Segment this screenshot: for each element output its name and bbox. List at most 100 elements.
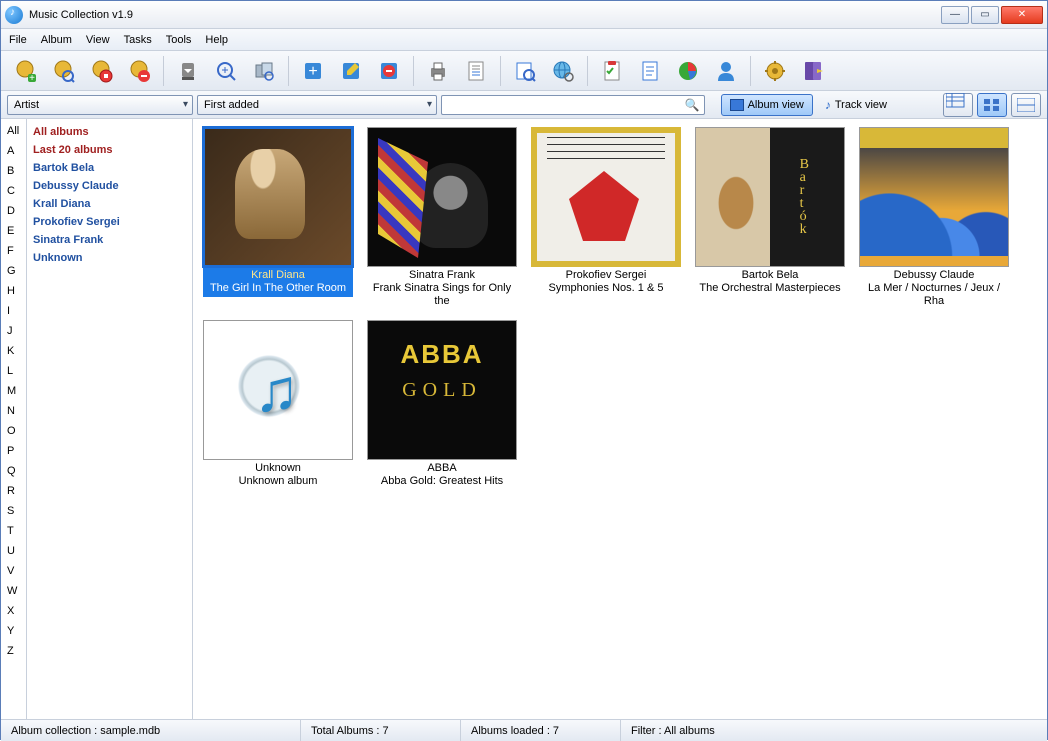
toolbar-download[interactable]	[172, 55, 204, 87]
alpha-F[interactable]: F	[1, 241, 26, 261]
album-cover	[531, 127, 681, 267]
sidelist-artist-0[interactable]: Bartok Bela	[33, 159, 186, 176]
alpha-T[interactable]: T	[1, 521, 26, 541]
sidelist-artist-2[interactable]: Krall Diana	[33, 195, 186, 212]
toolbar-album-delete[interactable]	[373, 55, 405, 87]
minimize-button[interactable]: —	[941, 6, 969, 24]
details-view-button[interactable]	[943, 93, 973, 117]
album-artist: Krall Diana	[205, 269, 351, 282]
album-title: Frank Sinatra Sings for Only the	[369, 282, 515, 308]
track-view-button[interactable]: Track view	[817, 94, 895, 116]
toolbar-dup-find[interactable]	[248, 55, 280, 87]
close-button[interactable]: ✕	[1001, 6, 1043, 24]
alpha-G[interactable]: G	[1, 261, 26, 281]
toolbar-notes[interactable]	[634, 55, 666, 87]
toolbar-exit[interactable]	[797, 55, 829, 87]
toolbar-db-add[interactable]: +	[9, 55, 41, 87]
album-title: The Girl In The Other Room	[205, 282, 351, 295]
alpha-W[interactable]: W	[1, 581, 26, 601]
alpha-E[interactable]: E	[1, 221, 26, 241]
sidelist-artist-4[interactable]: Sinatra Frank	[33, 231, 186, 248]
toolbar-separator	[288, 56, 289, 86]
thumb-icon	[983, 98, 1001, 112]
alpha-All[interactable]: All	[1, 121, 26, 141]
toolbar-db-search[interactable]	[47, 55, 79, 87]
toolbar-task[interactable]	[596, 55, 628, 87]
album-view-button[interactable]: Album view	[721, 94, 813, 116]
alpha-I[interactable]: I	[1, 301, 26, 321]
alpha-K[interactable]: K	[1, 341, 26, 361]
sidelist-artist-1[interactable]: Debussy Claude	[33, 177, 186, 194]
album-item-1[interactable]: Sinatra FrankFrank Sinatra Sings for Onl…	[367, 127, 517, 310]
alpha-A[interactable]: A	[1, 141, 26, 161]
search-input[interactable]: 🔍	[441, 95, 705, 115]
toolbar-find[interactable]	[509, 55, 541, 87]
alpha-Z[interactable]: Z	[1, 641, 26, 661]
album-cover	[367, 127, 517, 267]
alpha-Y[interactable]: Y	[1, 621, 26, 641]
album-item-0[interactable]: Krall DianaThe Girl In The Other Room	[203, 127, 353, 310]
toolbar-user[interactable]	[710, 55, 742, 87]
alpha-Q[interactable]: Q	[1, 461, 26, 481]
menu-tasks[interactable]: Tasks	[124, 34, 152, 46]
toolbar: ++	[1, 51, 1047, 91]
sidelist-artist-3[interactable]: Prokofiev Sergei	[33, 213, 186, 230]
alpha-X[interactable]: X	[1, 601, 26, 621]
maximize-button[interactable]: ▭	[971, 6, 999, 24]
sort-combo[interactable]: First added	[197, 95, 437, 115]
artist-sidelist: All albumsLast 20 albumsBartok BelaDebus…	[27, 119, 193, 719]
alpha-D[interactable]: D	[1, 201, 26, 221]
album-view-icon	[730, 99, 744, 111]
filter-field-combo[interactable]: Artist	[7, 95, 193, 115]
album-item-6[interactable]: ABBAAbba Gold: Greatest Hits	[367, 320, 517, 490]
alpha-U[interactable]: U	[1, 541, 26, 561]
menu-tools[interactable]: Tools	[166, 34, 192, 46]
toolbar-zoom[interactable]	[210, 55, 242, 87]
album-cover	[367, 320, 517, 460]
album-item-5[interactable]: UnknownUnknown album	[203, 320, 353, 490]
sidelist-special-1[interactable]: Last 20 albums	[33, 141, 186, 158]
sidelist-artist-5[interactable]: Unknown	[33, 249, 186, 266]
toolbar-db-backup[interactable]	[85, 55, 117, 87]
alpha-L[interactable]: L	[1, 361, 26, 381]
toolbar-print[interactable]	[422, 55, 454, 87]
alpha-O[interactable]: O	[1, 421, 26, 441]
alpha-C[interactable]: C	[1, 181, 26, 201]
sidelist-special-0[interactable]: All albums	[33, 123, 186, 140]
menu-album[interactable]: Album	[41, 34, 72, 46]
toolbar-album-edit[interactable]	[335, 55, 367, 87]
toolbar-options[interactable]	[759, 55, 791, 87]
menu-view[interactable]: View	[86, 34, 110, 46]
search-icon: 🔍	[685, 98, 700, 112]
alpha-M[interactable]: M	[1, 381, 26, 401]
album-label: Prokofiev SergeiSymphonies Nos. 1 & 5	[531, 267, 681, 297]
album-title: Unknown album	[205, 475, 351, 488]
toolbar-separator	[500, 56, 501, 86]
alpha-H[interactable]: H	[1, 281, 26, 301]
toolbar-web-search[interactable]	[547, 55, 579, 87]
report-icon	[464, 59, 488, 83]
menu-help[interactable]: Help	[205, 34, 228, 46]
toolbar-report[interactable]	[460, 55, 492, 87]
exit-icon	[801, 59, 825, 83]
alpha-P[interactable]: P	[1, 441, 26, 461]
alpha-V[interactable]: V	[1, 561, 26, 581]
status-filter: Filter : All albums	[621, 720, 725, 741]
alpha-N[interactable]: N	[1, 401, 26, 421]
toolbar-db-delete[interactable]	[123, 55, 155, 87]
toolbar-album-add[interactable]: +	[297, 55, 329, 87]
menu-file[interactable]: File	[9, 34, 27, 46]
alpha-R[interactable]: R	[1, 481, 26, 501]
album-item-3[interactable]: Bartok BelaThe Orchestral Masterpieces	[695, 127, 845, 310]
thumbnail-view-button[interactable]	[977, 93, 1007, 117]
toolbar-chart-pie[interactable]	[672, 55, 704, 87]
album-item-4[interactable]: Debussy ClaudeLa Mer / Nocturnes / Jeux …	[859, 127, 1009, 310]
status-loaded: Albums loaded : 7	[461, 720, 621, 741]
alpha-J[interactable]: J	[1, 321, 26, 341]
web-search-icon	[551, 59, 575, 83]
album-cover	[859, 127, 1009, 267]
alpha-S[interactable]: S	[1, 501, 26, 521]
list-view-button[interactable]	[1011, 93, 1041, 117]
alpha-B[interactable]: B	[1, 161, 26, 181]
album-item-2[interactable]: Prokofiev SergeiSymphonies Nos. 1 & 5	[531, 127, 681, 310]
